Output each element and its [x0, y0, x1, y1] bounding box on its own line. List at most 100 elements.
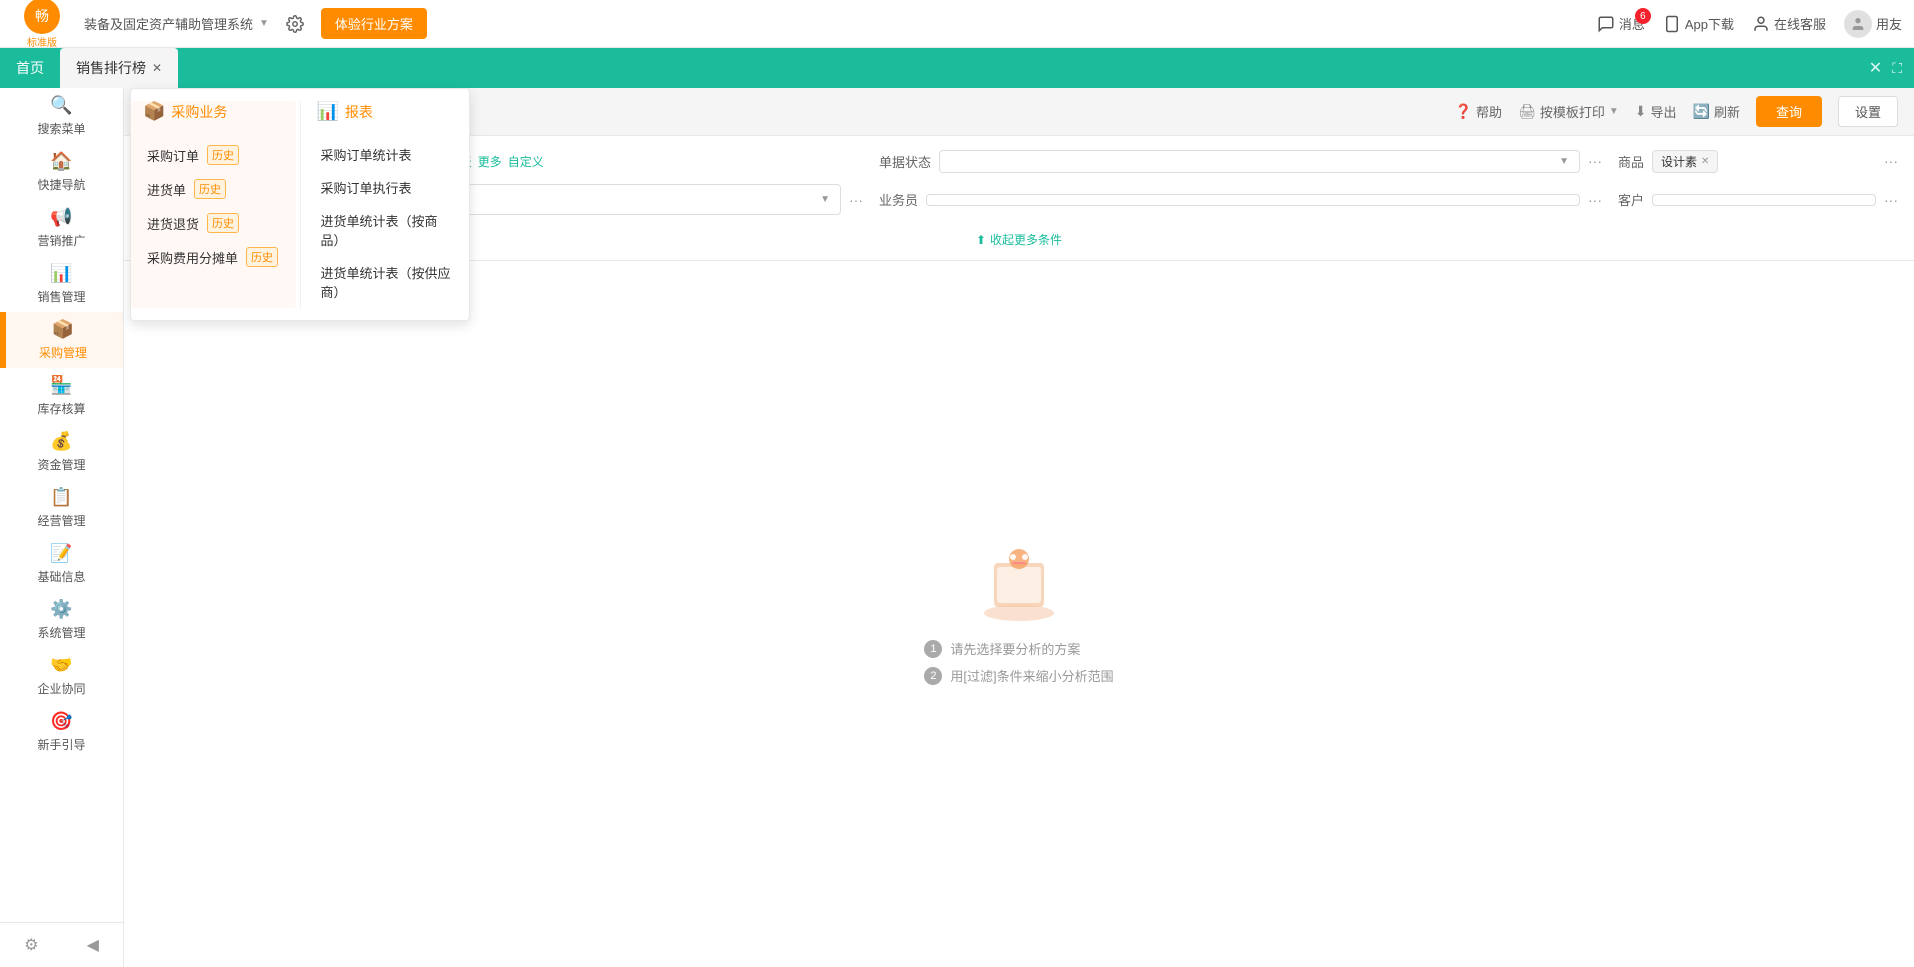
help-label: 帮助 [1476, 102, 1502, 121]
system-title[interactable]: 装备及固定资产辅助管理系统 ▼ [84, 14, 269, 33]
export-btn[interactable]: ⬇ 导出 [1635, 102, 1677, 121]
refresh-btn[interactable]: 🔄 刷新 [1693, 102, 1740, 121]
purchase-col-icon: 📦 [143, 101, 165, 122]
customer-more[interactable]: ··· [1884, 192, 1898, 208]
chevron-down-icon: ▼ [259, 18, 269, 29]
dropdown-item-purchase-order[interactable]: 采购订单 历史 [143, 138, 284, 172]
user-name: 用友 [1876, 14, 1902, 33]
message-btn[interactable]: 消息 6 [1597, 14, 1645, 33]
collab-icon: 🤝 [50, 655, 72, 676]
dropdown-divider [300, 101, 301, 308]
goods-more[interactable]: ··· [1884, 153, 1898, 169]
sidebar-item-finance[interactable]: 💰 资金管理 [0, 424, 123, 480]
dropdown-item-order-exec[interactable]: 采购订单执行表 [317, 171, 458, 204]
dropdown-item-expense[interactable]: 采购费用分摊单 历史 [143, 240, 284, 274]
logo-icon: 畅 [24, 0, 60, 34]
goods-tag-label: 设计素 [1661, 153, 1697, 170]
app-download-btn[interactable]: App下载 [1663, 14, 1734, 33]
report-col-icon: 📊 [317, 101, 339, 122]
svg-text:畅: 畅 [35, 8, 49, 24]
salesman-more[interactable]: ··· [1588, 192, 1602, 208]
industry-btn[interactable]: 体验行业方案 [321, 8, 427, 39]
dropdown-col-purchase: 📦 采购业务 采购订单 历史 进货单 历史 进货退货 历史 采购费用分摊单 [131, 101, 296, 308]
customer-select[interactable] [1652, 194, 1876, 206]
salesman-select[interactable] [926, 194, 1580, 206]
sidebar-item-sales[interactable]: 📊 销售管理 [0, 256, 123, 312]
online-service-btn[interactable]: 在线客服 [1752, 14, 1826, 33]
dropdown-item-incoming-label: 进货单 [147, 180, 186, 199]
query-btn[interactable]: 查询 [1756, 96, 1822, 127]
dropdown-col2-title-text: 报表 [345, 102, 373, 122]
sidebar-item-marketing[interactable]: 📢 营销推广 [0, 200, 123, 256]
bill-status-label: 单据状态 [879, 152, 931, 171]
rank-more[interactable]: ··· [849, 192, 863, 208]
refresh-label: 刷新 [1714, 102, 1740, 121]
sidebar-item-marketing-label: 营销推广 [37, 232, 85, 249]
top-bar: 畅 标准版 装备及固定资产辅助管理系统 ▼ 体验行业方案 消息 6 App下载 [0, 0, 1914, 48]
tab-sales-ranking[interactable]: 销售排行榜 ✕ [60, 48, 178, 88]
sidebar-collapse-btn[interactable]: ◀ [87, 935, 99, 955]
sidebar-nav: 🔍 搜索菜单 🏠 快捷导航 📢 营销推广 📊 销售管理 📦 [0, 88, 123, 922]
sidebar-item-collab[interactable]: 🤝 企业协同 [0, 648, 123, 704]
salesman-filter: 业务员 ··· [879, 190, 1602, 209]
history-badge-4: 历史 [246, 247, 278, 267]
dropdown-item-return[interactable]: 进货退货 历史 [143, 206, 284, 240]
empty-tip-1: 1 请先选择要分析的方案 [924, 639, 1113, 658]
dropdown-item-incoming-stats-goods[interactable]: 进货单统计表（按商品） [317, 204, 458, 256]
sidebar-item-inventory[interactable]: 🏪 库存核算 [0, 368, 123, 424]
sidebar-item-basic[interactable]: 📝 基础信息 [0, 536, 123, 592]
sidebar-item-sales-label: 销售管理 [37, 288, 85, 305]
goods-tag-close-icon[interactable]: ✕ [1701, 156, 1709, 167]
history-badge-2: 历史 [194, 179, 226, 199]
tab-close-btn[interactable]: ✕ [1869, 58, 1882, 78]
sidebar-item-search-label: 搜索菜单 [37, 120, 85, 137]
message-badge: 6 [1635, 8, 1651, 24]
sidebar-item-purchase[interactable]: 📦 采购管理 [0, 312, 123, 368]
refresh-icon: 🔄 [1693, 103, 1710, 120]
dropdown-item-order-stats[interactable]: 采购订单统计表 [317, 138, 458, 171]
bill-status-more[interactable]: ··· [1588, 153, 1602, 169]
collapse-btn[interactable]: ⬆ 收起更多条件 [976, 231, 1062, 248]
sidebar-item-operations-label: 经营管理 [37, 512, 85, 529]
user-avatar [1844, 10, 1872, 38]
salesman-label: 业务员 [879, 190, 918, 209]
dropdown-item-order-stats-label: 采购订单统计表 [321, 145, 412, 164]
help-btn[interactable]: ❓ 帮助 [1455, 102, 1502, 121]
purchase-icon: 📦 [52, 319, 74, 340]
bill-status-select[interactable]: ▼ [939, 150, 1580, 173]
print-btn[interactable]: 🖨 按模板打印 ▼ [1518, 102, 1619, 121]
help-icon: ❓ [1455, 103, 1472, 120]
tab-close-icon[interactable]: ✕ [152, 61, 162, 75]
sidebar-item-system[interactable]: ⚙️ 系统管理 [0, 592, 123, 648]
history-badge-1: 历史 [207, 145, 239, 165]
export-icon: ⬇ [1635, 103, 1647, 120]
tab-home[interactable]: 首页 [0, 48, 60, 88]
date-quick-more[interactable]: 更多 [478, 153, 502, 170]
sidebar-item-operations[interactable]: 📋 经营管理 [0, 480, 123, 536]
dropdown-item-order-exec-label: 采购订单执行表 [321, 178, 412, 197]
dropdown-item-incoming[interactable]: 进货单 历史 [143, 172, 284, 206]
dropdown-item-incoming-stats-supplier-label: 进货单统计表（按供应商） [321, 263, 454, 301]
date-quick-custom[interactable]: 自定义 [508, 153, 544, 170]
sidebar-item-search[interactable]: 🔍 搜索菜单 [0, 88, 123, 144]
sidebar-settings-btn[interactable]: ⚙ [24, 935, 38, 955]
inventory-icon: 🏪 [50, 375, 72, 396]
online-service-label: 在线客服 [1774, 14, 1826, 33]
empty-tips: 1 请先选择要分析的方案 2 用[过滤]条件来缩小分析范围 [924, 639, 1113, 685]
user-menu-btn[interactable]: 用友 [1844, 10, 1902, 38]
tab-fullscreen-btn[interactable]: ⛶ [1892, 60, 1902, 77]
empty-icon [969, 543, 1069, 623]
sidebar-item-guide-label: 新手引导 [37, 736, 85, 753]
dropdown-item-incoming-stats-supplier[interactable]: 进货单统计表（按供应商） [317, 256, 458, 308]
sidebar-item-inventory-label: 库存核算 [37, 400, 85, 417]
dropdown-col-report-title: 📊 报表 [317, 101, 458, 128]
system-title-text: 装备及固定资产辅助管理系统 [84, 14, 253, 33]
sidebar-item-nav[interactable]: 🏠 快捷导航 [0, 144, 123, 200]
dropdown-cols: 📦 采购业务 采购订单 历史 进货单 历史 进货退货 历史 采购费用分摊单 [131, 101, 469, 308]
system-icon: ⚙️ [50, 599, 72, 620]
settings-icon-btn[interactable] [281, 10, 309, 38]
filter-settings-btn[interactable]: 设置 [1838, 96, 1898, 127]
sidebar-item-guide[interactable]: 🎯 新手引导 [0, 704, 123, 760]
goods-filter: 商品 设计素 ✕ ··· [1618, 150, 1898, 173]
dropdown-item-return-label: 进货退货 [147, 214, 199, 233]
